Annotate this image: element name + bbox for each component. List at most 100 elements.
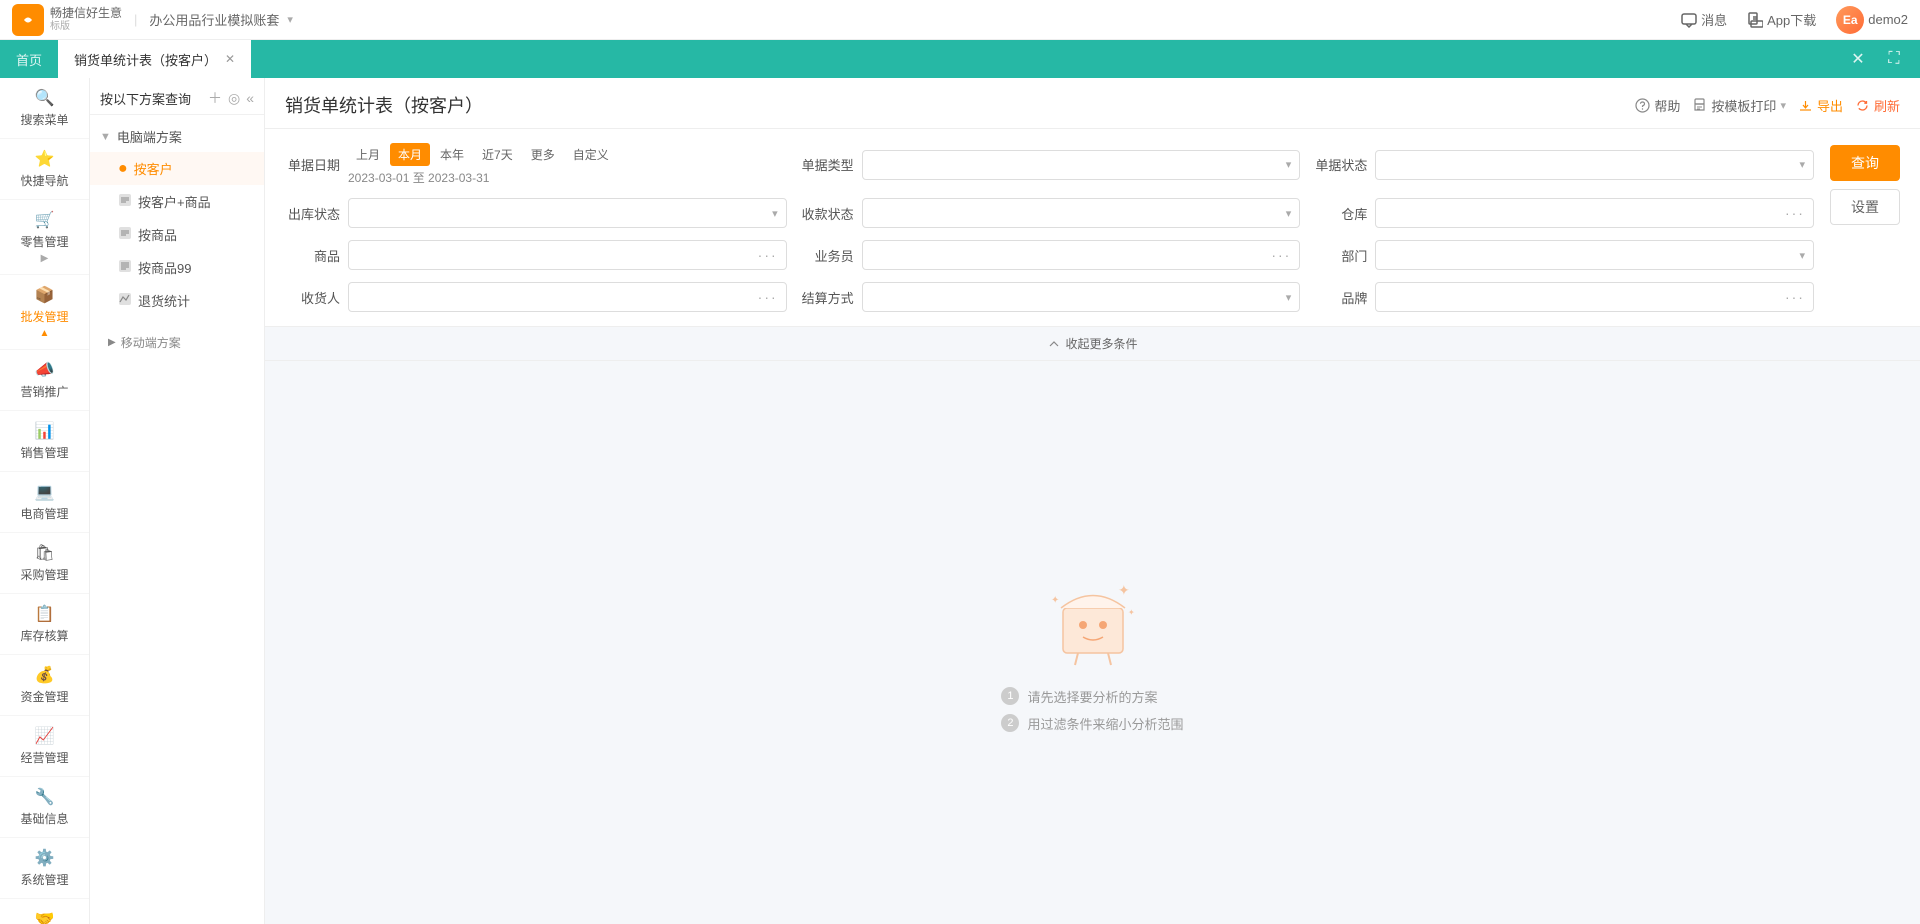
filter-row-4: 收货人 ··· 结算方式 ▾ 品牌 — [285, 282, 1814, 312]
finance-icon: 💰 — [35, 665, 55, 685]
tree-item-by-goods[interactable]: 按商品 — [90, 218, 264, 251]
ecom-icon: 💻 — [35, 482, 55, 502]
out-status-chevron-icon: ▾ — [772, 207, 778, 220]
tree-item-by-goods-99[interactable]: 按商品99 — [90, 251, 264, 284]
sidebar-item-basic[interactable]: 🔧 基础信息 — [0, 777, 89, 838]
filter-row-3: 商品 ··· 业务员 ··· 部门 — [285, 240, 1814, 270]
out-status-input[interactable]: ▾ — [348, 198, 787, 228]
active-customer-icon: ● — [118, 160, 128, 178]
salesman-label: 业务员 — [799, 246, 854, 265]
doc-type-label: 单据类型 — [799, 155, 854, 174]
tree-mobile-section: ▶ 移动端方案 — [90, 323, 264, 362]
tree-item-return-stat[interactable]: 退货统计 — [90, 284, 264, 317]
date-tab-this-month[interactable]: 本月 — [390, 143, 430, 166]
print-btn[interactable]: 按模板打印 ▾ — [1692, 96, 1786, 115]
left-panel-actions: ＋ ◎ « — [208, 88, 254, 108]
sidebar-item-finance[interactable]: 💰 资金管理 — [0, 655, 89, 716]
tree-item-by-customer-goods[interactable]: 按客户+商品 — [90, 185, 264, 218]
sidebar-item-inventory[interactable]: 📋 库存核算 — [0, 594, 89, 655]
tree-item-by-customer[interactable]: ● 按客户 — [90, 152, 264, 185]
sidebar-item-search-menu[interactable]: 🔍 搜索菜单 — [0, 78, 89, 139]
doc-type-field: 单据类型 ▾ — [799, 150, 1301, 180]
dept-chevron-icon: ▾ — [1799, 249, 1805, 262]
by-goods-99-icon — [118, 259, 132, 276]
doc-status-label: 单据状态 — [1312, 155, 1367, 174]
salesman-field: 业务员 ··· — [799, 240, 1301, 270]
mobile-section-toggle[interactable]: ▶ 移动端方案 — [90, 329, 264, 356]
by-goods-icon — [118, 226, 132, 243]
salesman-input[interactable]: ··· — [862, 240, 1301, 270]
app-download-action[interactable]: App下载 — [1747, 10, 1816, 29]
tab-maximize-btn[interactable]: ⛶ — [1880, 45, 1908, 73]
tab-close-icon[interactable]: ✕ — [225, 52, 235, 66]
tip-num-1: 1 — [1001, 687, 1019, 705]
collapse-bar[interactable]: 收起更多条件 — [265, 327, 1920, 361]
sidebar-item-system[interactable]: ⚙️ 系统管理 — [0, 838, 89, 899]
date-tab-last-month[interactable]: 上月 — [348, 143, 388, 166]
main-layout: 🔍 搜索菜单 ⭐ 快捷导航 🛒 零售管理 ▶ 📦 批发管理 ▲ 📣 营销推广 📊… — [0, 78, 1920, 924]
filter-grid: 单据日期 上月 本月 本年 近7天 更多 自定义 20 — [285, 143, 1814, 312]
date-tab-last7[interactable]: 近7天 — [474, 143, 521, 166]
quick-nav-icon: ⭐ — [35, 149, 55, 169]
breadcrumb-dropdown-icon[interactable]: ▾ — [287, 13, 293, 26]
receiver-input[interactable]: ··· — [348, 282, 787, 312]
date-tab-custom[interactable]: 自定义 — [565, 143, 617, 166]
receiver-field: 收货人 ··· — [285, 282, 787, 312]
dept-input[interactable]: ▾ — [1375, 240, 1814, 270]
query-button[interactable]: 查询 — [1830, 145, 1900, 181]
doc-status-input[interactable]: ▾ — [1375, 150, 1814, 180]
warehouse-input[interactable]: ··· — [1375, 198, 1814, 228]
desktop-section-toggle[interactable]: ▼ 电脑端方案 — [90, 121, 264, 152]
sidebar-item-ops[interactable]: 📈 经营管理 — [0, 716, 89, 777]
date-tab-this-year[interactable]: 本年 — [432, 143, 472, 166]
brand-dots-icon: ··· — [1785, 289, 1805, 305]
user-avatar: Ea — [1836, 6, 1864, 34]
payment-input[interactable]: ▾ — [862, 282, 1301, 312]
sidebar-item-purchase[interactable]: 🛍 采购管理 — [0, 533, 89, 594]
sidebar-item-coop[interactable]: 🤝 企业协同 — [0, 899, 89, 924]
out-status-label: 出库状态 — [285, 204, 340, 223]
warehouse-dots-icon: ··· — [1785, 205, 1805, 221]
page-header: 销货单统计表（按客户） 帮助 按模板打印 ▾ 导出 刷新 — [265, 78, 1920, 129]
purchase-icon: 🛍 — [34, 543, 54, 563]
user-profile-action[interactable]: Ea demo2 — [1836, 6, 1908, 34]
goods-input[interactable]: ··· — [348, 240, 787, 270]
tab-home[interactable]: 首页 — [0, 40, 58, 78]
tab-sales-stat[interactable]: 销货单统计表（按客户） ✕ — [58, 40, 251, 78]
tab-close-window-btn[interactable]: ✕ — [1844, 45, 1872, 73]
svg-text:✦: ✦ — [1128, 608, 1135, 617]
sidebar-item-sales[interactable]: 📊 销售管理 — [0, 411, 89, 472]
help-btn[interactable]: 帮助 — [1635, 96, 1680, 115]
payment-chevron-icon: ▾ — [1286, 291, 1292, 304]
add-scheme-btn[interactable]: ＋ — [208, 88, 222, 108]
sidebar-item-retail[interactable]: 🛒 零售管理 ▶ — [0, 200, 89, 275]
export-btn[interactable]: 导出 — [1798, 96, 1843, 115]
inventory-icon: 📋 — [35, 604, 55, 624]
out-status-field: 出库状态 ▾ — [285, 198, 787, 228]
download-icon — [1747, 12, 1763, 28]
edit-scheme-btn[interactable]: ◎ — [228, 90, 240, 107]
date-tab-more[interactable]: 更多 — [523, 143, 563, 166]
header-right: 消息 App下载 Ea demo2 — [1681, 6, 1908, 34]
basic-icon: 🔧 — [35, 787, 55, 807]
brand-input[interactable]: ··· — [1375, 282, 1814, 312]
sidebar-item-ecom[interactable]: 💻 电商管理 — [0, 472, 89, 533]
receipt-status-input[interactable]: ▾ — [862, 198, 1301, 228]
refresh-icon — [1855, 98, 1870, 113]
sidebar: 🔍 搜索菜单 ⭐ 快捷导航 🛒 零售管理 ▶ 📦 批发管理 ▲ 📣 营销推广 📊… — [0, 78, 90, 924]
date-range-display: 2023-03-01 至 2023-03-31 — [348, 169, 787, 186]
sidebar-item-wholesale[interactable]: 📦 批发管理 ▲ — [0, 275, 89, 350]
collapse-panel-btn[interactable]: « — [246, 90, 254, 106]
content-area: 销货单统计表（按客户） 帮助 按模板打印 ▾ 导出 刷新 — [265, 78, 1920, 924]
sidebar-item-marketing[interactable]: 📣 营销推广 — [0, 350, 89, 411]
doc-type-input[interactable]: ▾ — [862, 150, 1301, 180]
sidebar-item-quick-nav[interactable]: ⭐ 快捷导航 — [0, 139, 89, 200]
receipt-status-chevron-icon: ▾ — [1286, 207, 1292, 220]
settings-button[interactable]: 设置 — [1830, 189, 1900, 225]
tree-desktop-section: ▼ 电脑端方案 ● 按客户 按客户+商品 按商品 — [90, 115, 264, 323]
salesman-dots-icon: ··· — [1271, 247, 1291, 263]
doc-type-chevron-icon: ▾ — [1286, 158, 1292, 171]
message-action[interactable]: 消息 — [1681, 10, 1727, 29]
empty-state: ✦ ✦ ✦ 1 请先选择要分析的方案 2 用过滤条件来缩小分析范围 — [265, 361, 1920, 924]
refresh-btn[interactable]: 刷新 — [1855, 96, 1900, 115]
